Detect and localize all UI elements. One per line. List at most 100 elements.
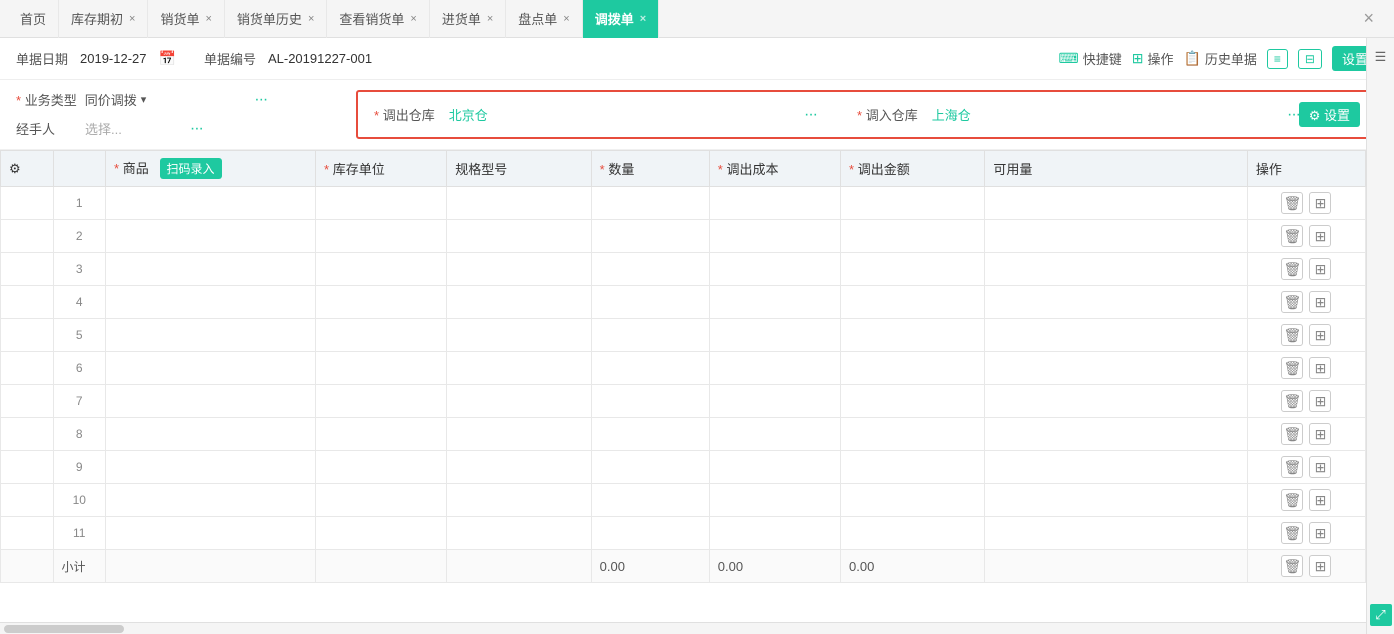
sidebar-expand-button[interactable]: ⤢: [1370, 604, 1392, 626]
row-unit-cell[interactable]: [316, 517, 447, 550]
tab-close-view-sales[interactable]: ×: [410, 13, 416, 25]
row-goods-cell[interactable]: [106, 385, 316, 418]
copy-row-button[interactable]: ⊞: [1309, 291, 1331, 313]
row-spec-cell[interactable]: [447, 418, 591, 451]
row-unit-cell[interactable]: [316, 220, 447, 253]
row-spec-cell[interactable]: [447, 220, 591, 253]
warehouse-in-value[interactable]: 上海仓: [932, 105, 971, 124]
handler-more[interactable]: ···: [190, 120, 203, 138]
row-spec-cell[interactable]: [447, 451, 591, 484]
scrollbar-thumb[interactable]: [4, 625, 124, 633]
tab-close-purchase-order[interactable]: ×: [487, 13, 493, 25]
row-qty-cell[interactable]: [591, 484, 709, 517]
row-unit-cell[interactable]: [316, 286, 447, 319]
row-unit-cell[interactable]: [316, 352, 447, 385]
tab-close-inventory-init[interactable]: ×: [129, 13, 135, 25]
row-cost-cell[interactable]: [709, 385, 840, 418]
sidebar-list-button[interactable]: ☰: [1370, 46, 1392, 68]
row-spec-cell[interactable]: [447, 484, 591, 517]
row-cost-cell[interactable]: [709, 286, 840, 319]
delete-row-button[interactable]: 🗑: [1281, 192, 1303, 214]
row-qty-cell[interactable]: [591, 517, 709, 550]
tab-close-inventory-check[interactable]: ×: [563, 13, 569, 25]
row-qty-cell[interactable]: [591, 385, 709, 418]
tab-transfer[interactable]: 调拨单 ×: [583, 0, 659, 38]
row-amount-cell[interactable]: [841, 352, 985, 385]
warehouse-settings-button[interactable]: ⚙ 设置: [1299, 102, 1360, 127]
copy-row-button[interactable]: ⊞: [1309, 192, 1331, 214]
subtotal-delete-button[interactable]: 🗑: [1281, 555, 1303, 577]
row-unit-cell[interactable]: [316, 418, 447, 451]
row-amount-cell[interactable]: [841, 286, 985, 319]
copy-row-button[interactable]: ⊞: [1309, 258, 1331, 280]
history-button[interactable]: 📋 历史单据: [1183, 49, 1256, 68]
copy-row-button[interactable]: ⊞: [1309, 390, 1331, 412]
row-available-cell[interactable]: [985, 352, 1248, 385]
row-goods-cell[interactable]: [106, 484, 316, 517]
row-cost-cell[interactable]: [709, 484, 840, 517]
tab-sales-history[interactable]: 销货单历史 ×: [225, 0, 327, 38]
row-goods-cell[interactable]: [106, 418, 316, 451]
row-unit-cell[interactable]: [316, 451, 447, 484]
row-qty-cell[interactable]: [591, 418, 709, 451]
row-cost-cell[interactable]: [709, 418, 840, 451]
row-goods-cell[interactable]: [106, 286, 316, 319]
row-qty-cell[interactable]: [591, 253, 709, 286]
row-unit-cell[interactable]: [316, 484, 447, 517]
subtotal-copy-button[interactable]: ⊞: [1309, 555, 1331, 577]
grid-view-button[interactable]: ⊟: [1298, 49, 1322, 69]
scan-button[interactable]: 扫码录入: [160, 158, 222, 179]
business-type-select[interactable]: 同价调拨 ▾: [85, 90, 147, 109]
delete-row-button[interactable]: 🗑: [1281, 390, 1303, 412]
row-amount-cell[interactable]: [841, 220, 985, 253]
row-available-cell[interactable]: [985, 253, 1248, 286]
row-spec-cell[interactable]: [447, 517, 591, 550]
row-goods-cell[interactable]: [106, 451, 316, 484]
row-qty-cell[interactable]: [591, 451, 709, 484]
row-qty-cell[interactable]: [591, 220, 709, 253]
row-goods-cell[interactable]: [106, 187, 316, 220]
tab-sales-order[interactable]: 销货单 ×: [148, 0, 224, 38]
row-available-cell[interactable]: [985, 451, 1248, 484]
shortcut-button[interactable]: ⌨ 快捷键: [1058, 49, 1121, 68]
row-cost-cell[interactable]: [709, 517, 840, 550]
list-view-button[interactable]: ≡: [1267, 49, 1288, 69]
row-spec-cell[interactable]: [447, 385, 591, 418]
delete-row-button[interactable]: 🗑: [1281, 522, 1303, 544]
tab-home[interactable]: 首页: [8, 0, 59, 38]
row-qty-cell[interactable]: [591, 286, 709, 319]
row-goods-cell[interactable]: [106, 220, 316, 253]
copy-row-button[interactable]: ⊞: [1309, 423, 1331, 445]
row-available-cell[interactable]: [985, 484, 1248, 517]
calendar-icon[interactable]: 📅: [159, 50, 176, 67]
tab-purchase-order[interactable]: 进货单 ×: [430, 0, 506, 38]
copy-row-button[interactable]: ⊞: [1309, 324, 1331, 346]
row-unit-cell[interactable]: [316, 253, 447, 286]
row-spec-cell[interactable]: [447, 286, 591, 319]
row-spec-cell[interactable]: [447, 352, 591, 385]
row-cost-cell[interactable]: [709, 253, 840, 286]
row-spec-cell[interactable]: [447, 319, 591, 352]
row-goods-cell[interactable]: [106, 253, 316, 286]
row-amount-cell[interactable]: [841, 418, 985, 451]
row-available-cell[interactable]: [985, 187, 1248, 220]
window-close-button[interactable]: ×: [1351, 8, 1386, 29]
delete-row-button[interactable]: 🗑: [1281, 489, 1303, 511]
row-qty-cell[interactable]: [591, 187, 709, 220]
row-available-cell[interactable]: [985, 385, 1248, 418]
tab-view-sales[interactable]: 查看销货单 ×: [327, 0, 429, 38]
row-qty-cell[interactable]: [591, 319, 709, 352]
delete-row-button[interactable]: 🗑: [1281, 324, 1303, 346]
tab-inventory-init[interactable]: 库存期初 ×: [59, 0, 148, 38]
delete-row-button[interactable]: 🗑: [1281, 357, 1303, 379]
copy-row-button[interactable]: ⊞: [1309, 357, 1331, 379]
warehouse-out-more[interactable]: ···: [804, 106, 817, 124]
row-cost-cell[interactable]: [709, 352, 840, 385]
tab-inventory-check[interactable]: 盘点单 ×: [506, 0, 582, 38]
delete-row-button[interactable]: 🗑: [1281, 225, 1303, 247]
row-unit-cell[interactable]: [316, 187, 447, 220]
row-amount-cell[interactable]: [841, 319, 985, 352]
row-amount-cell[interactable]: [841, 484, 985, 517]
row-available-cell[interactable]: [985, 418, 1248, 451]
row-cost-cell[interactable]: [709, 319, 840, 352]
